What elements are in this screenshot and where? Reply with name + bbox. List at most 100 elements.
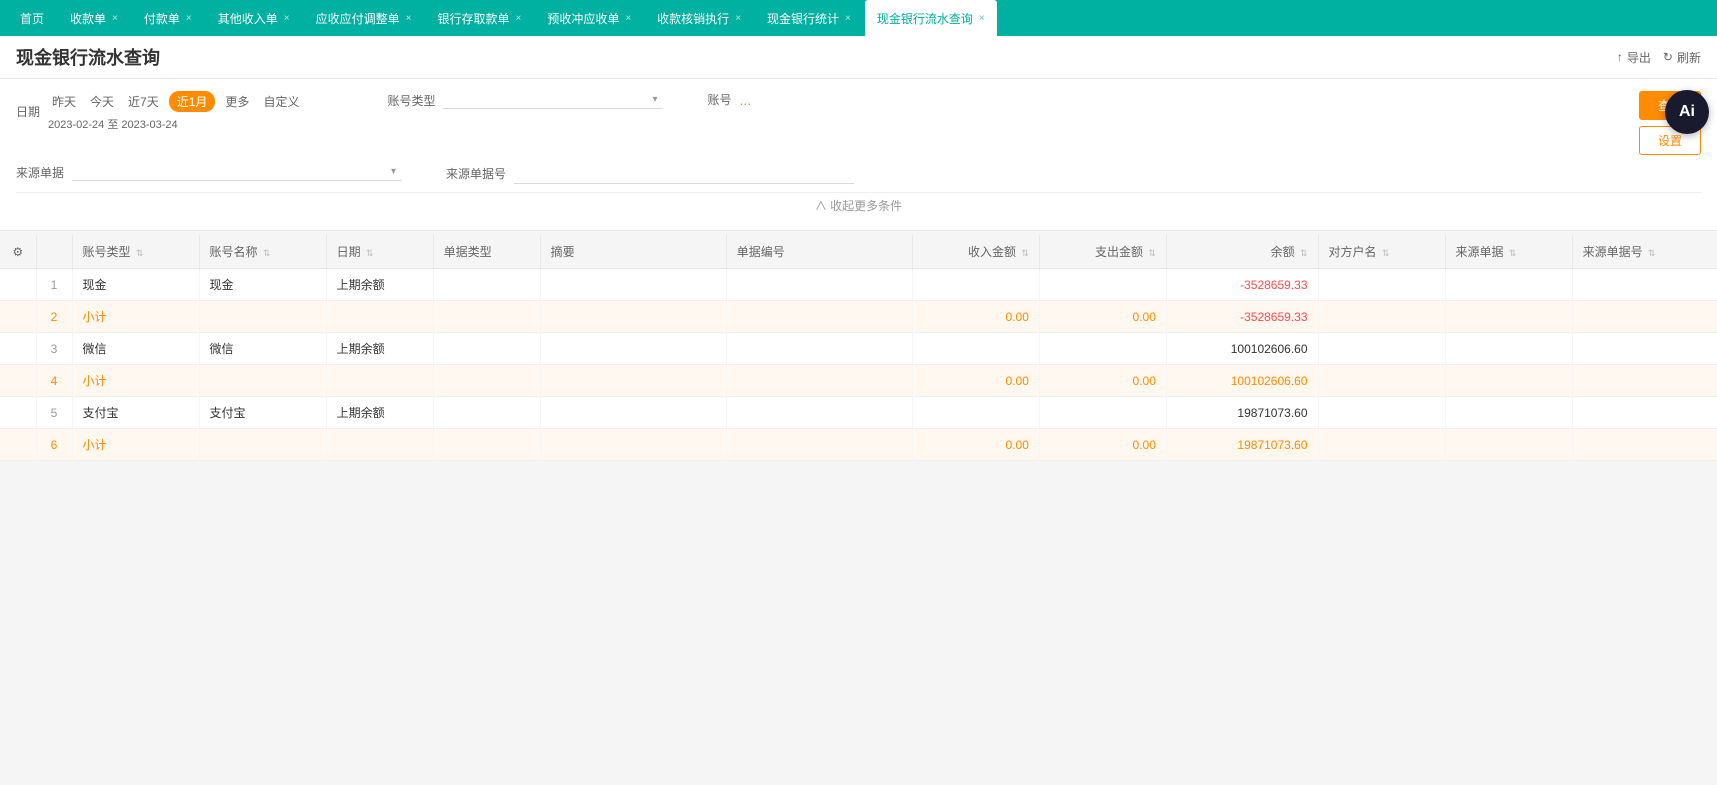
collapse-bar[interactable]: ∧ 收起更多条件: [16, 192, 1701, 218]
table-row: 6 小计 0.00 0.00 19871073.60: [0, 429, 1717, 461]
cell-summary: [540, 397, 726, 429]
close-tab-4-icon[interactable]: ×: [515, 13, 521, 24]
cell-doc-no: [726, 301, 912, 333]
collapse-up-icon: ∧: [815, 199, 827, 213]
cell-doc-no: [726, 429, 912, 461]
nav-tab-1[interactable]: 付款单 ×: [132, 0, 204, 36]
cell-income: [912, 333, 1039, 365]
cell-doc-type: [433, 429, 540, 461]
close-tab-3-icon[interactable]: ×: [406, 13, 412, 24]
cell-balance: -3528659.33: [1166, 301, 1318, 333]
col-date[interactable]: 日期 ⇅: [326, 235, 433, 269]
cell-counterpart: [1318, 333, 1445, 365]
header-actions: ↑ 导出 ↻ 刷新: [1617, 49, 1701, 66]
cell-counterpart: [1318, 429, 1445, 461]
nav-tab-4[interactable]: 银行存取款单 ×: [425, 0, 533, 36]
cell-index: 6: [36, 429, 72, 461]
cell-income: [912, 397, 1039, 429]
cell-index: 4: [36, 365, 72, 397]
sort-acct-name-icon: ⇅: [263, 248, 271, 258]
cell-counterpart: [1318, 397, 1445, 429]
sort-income-icon: ⇅: [1021, 248, 1029, 258]
cell-source-doc-no: [1572, 333, 1717, 365]
cell-counterpart: [1318, 365, 1445, 397]
nav-tab-0[interactable]: 收款单 ×: [58, 0, 130, 36]
cell-balance: 19871073.60: [1166, 397, 1318, 429]
cell-source-doc: [1445, 301, 1572, 333]
nav-tab-7[interactable]: 现金银行统计 ×: [755, 0, 863, 36]
source-doc-chevron-icon: ▾: [391, 166, 396, 177]
date-custom[interactable]: 自定义: [259, 91, 303, 112]
cell-source-doc: [1445, 333, 1572, 365]
account-type-select[interactable]: ▾: [443, 91, 663, 109]
cell-source-doc: [1445, 429, 1572, 461]
source-doc-no-filter: 来源单据号: [446, 163, 854, 184]
col-counterpart[interactable]: 对方户名 ⇅: [1318, 235, 1445, 269]
cell-source-doc: [1445, 365, 1572, 397]
cell-gear: [0, 365, 36, 397]
cell-index: 2: [36, 301, 72, 333]
col-acct-name[interactable]: 账号名称 ⇅: [199, 235, 326, 269]
top-nav: 首页 收款单 × 付款单 × 其他收入单 × 应收应付调整单 × 银行存取款单 …: [0, 0, 1717, 36]
close-tab-6-icon[interactable]: ×: [735, 13, 741, 24]
nav-tab-3[interactable]: 应收应付调整单 ×: [304, 0, 424, 36]
export-button[interactable]: ↑ 导出: [1617, 49, 1651, 66]
table-row: 3 微信 微信 上期余额 100102606.60: [0, 333, 1717, 365]
nav-tab-5[interactable]: 预收冲应收单 ×: [535, 0, 643, 36]
cell-acct-name: 微信: [199, 333, 326, 365]
cell-income: 0.00: [912, 301, 1039, 333]
close-tab-8-icon[interactable]: ×: [979, 13, 985, 24]
source-doc-select[interactable]: ▾: [72, 163, 402, 181]
date-7days[interactable]: 近7天: [124, 91, 163, 112]
cell-balance: -3528659.33: [1166, 269, 1318, 301]
date-1month[interactable]: 近1月: [169, 91, 216, 112]
col-source-doc-no[interactable]: 来源单据号 ⇅: [1572, 235, 1717, 269]
refresh-button[interactable]: ↻ 刷新: [1663, 49, 1701, 66]
cell-gear: [0, 301, 36, 333]
date-today[interactable]: 今天: [86, 91, 118, 112]
cell-index: 5: [36, 397, 72, 429]
table-row: 1 现金 现金 上期余额 -3528659.33: [0, 269, 1717, 301]
table-row: 5 支付宝 支付宝 上期余额 19871073.60: [0, 397, 1717, 429]
cell-doc-type: [433, 397, 540, 429]
cell-expense: 0.00: [1039, 429, 1166, 461]
col-balance[interactable]: 余额 ⇅: [1166, 235, 1318, 269]
ai-badge[interactable]: Ai: [1665, 90, 1709, 134]
cell-expense: 0.00: [1039, 301, 1166, 333]
nav-home[interactable]: 首页: [8, 6, 56, 31]
cell-doc-type: [433, 269, 540, 301]
col-index: [36, 235, 72, 269]
cell-date: 上期余额: [326, 333, 433, 365]
cell-income: [912, 269, 1039, 301]
nav-tab-6[interactable]: 收款核销执行 ×: [645, 0, 753, 36]
account-filter: 账号 ...: [707, 91, 759, 108]
nav-tab-8[interactable]: 现金银行流水查询 ×: [865, 0, 997, 36]
nav-tab-2[interactable]: 其他收入单 ×: [206, 0, 302, 36]
close-tab-0-icon[interactable]: ×: [112, 13, 118, 24]
col-income[interactable]: 收入金额 ⇅: [912, 235, 1039, 269]
cell-summary: [540, 429, 726, 461]
cell-source-doc-no: [1572, 429, 1717, 461]
date-label: 日期: [16, 103, 40, 120]
table-header-row: ⚙ 账号类型 ⇅ 账号名称 ⇅ 日期 ⇅ 单据类型 摘要: [0, 235, 1717, 269]
cell-acct-type: 小计: [72, 365, 199, 397]
date-more[interactable]: 更多: [221, 91, 253, 112]
col-expense[interactable]: 支出金额 ⇅: [1039, 235, 1166, 269]
col-source-doc[interactable]: 来源单据 ⇅: [1445, 235, 1572, 269]
close-tab-5-icon[interactable]: ×: [625, 13, 631, 24]
col-gear[interactable]: ⚙: [0, 235, 36, 269]
col-acct-type[interactable]: 账号类型 ⇅: [72, 235, 199, 269]
cell-expense: [1039, 333, 1166, 365]
cell-date: 上期余额: [326, 269, 433, 301]
sort-balance-icon: ⇅: [1300, 248, 1308, 258]
close-tab-2-icon[interactable]: ×: [284, 13, 290, 24]
export-icon: ↑: [1617, 50, 1623, 64]
date-options-col: 昨天 今天 近7天 近1月 更多 自定义 2023-02-24 至 2023-0…: [48, 91, 303, 132]
date-range-display: 2023-02-24 至 2023-03-24: [48, 116, 303, 132]
date-yesterday[interactable]: 昨天: [48, 91, 80, 112]
close-tab-1-icon[interactable]: ×: [186, 13, 192, 24]
account-ellipsis[interactable]: ...: [739, 92, 751, 108]
source-doc-no-input[interactable]: [514, 163, 854, 184]
close-tab-7-icon[interactable]: ×: [845, 13, 851, 24]
table-container: ⚙ 账号类型 ⇅ 账号名称 ⇅ 日期 ⇅ 单据类型 摘要: [0, 235, 1717, 461]
